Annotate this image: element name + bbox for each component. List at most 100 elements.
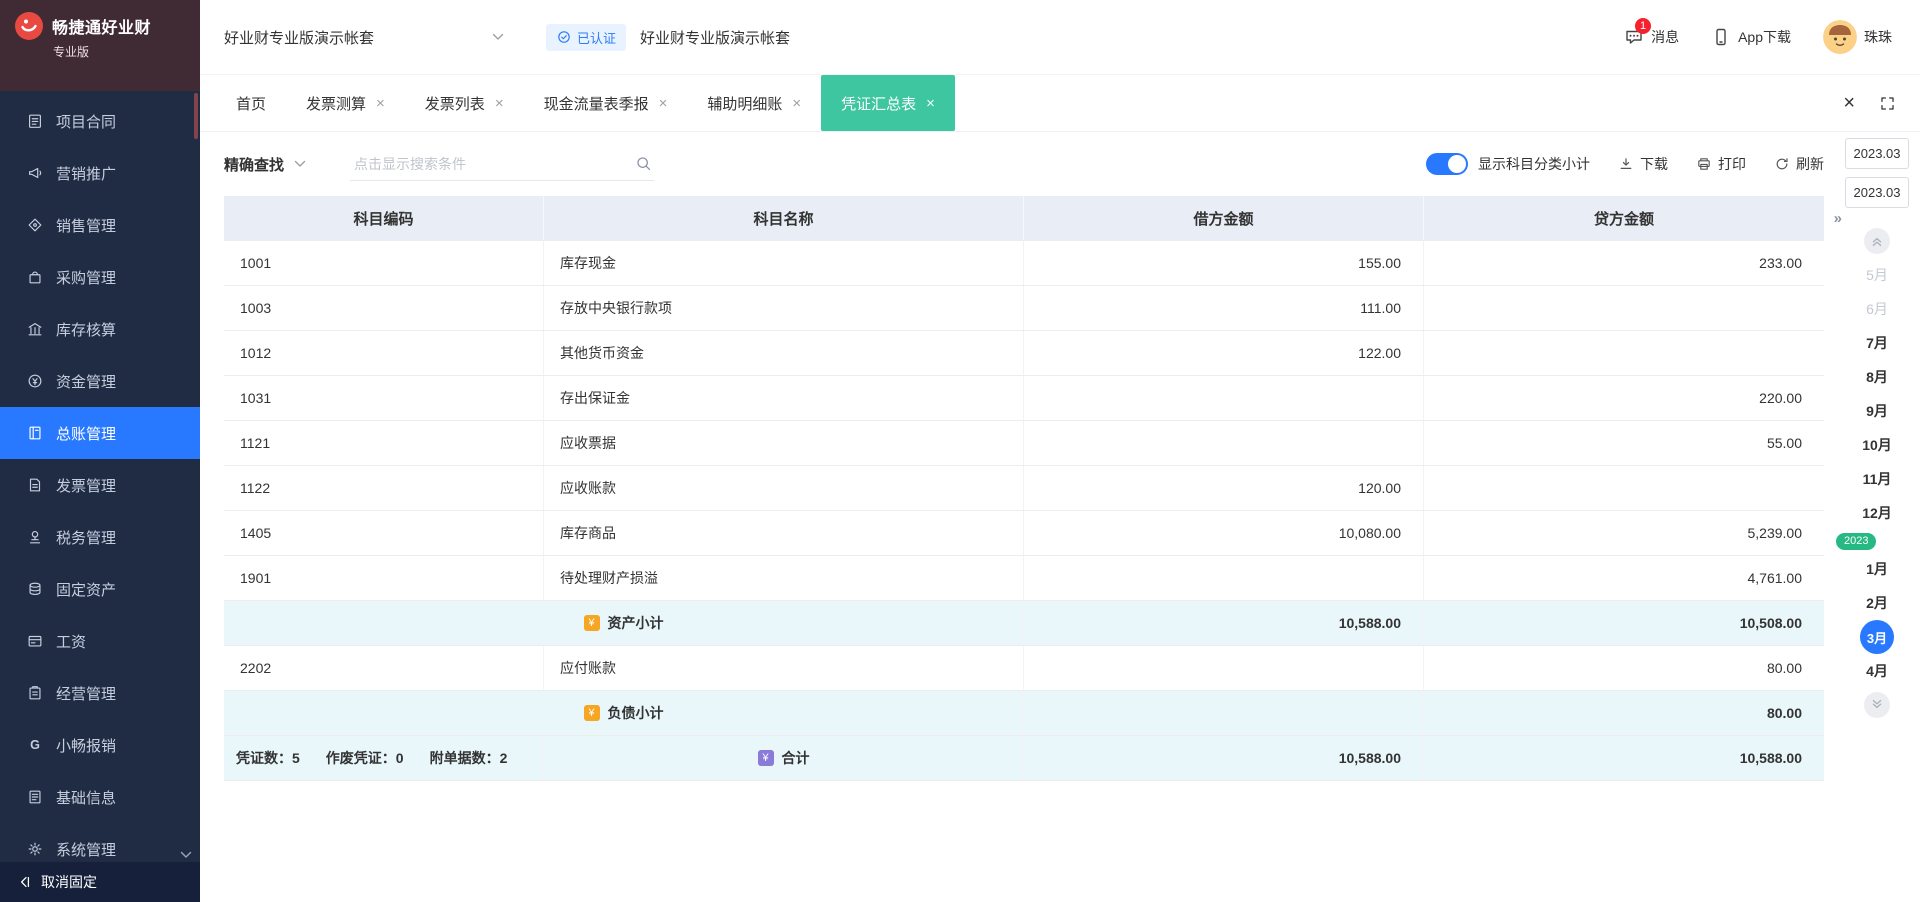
sidebar-item-funds[interactable]: 资金管理 [0, 355, 200, 407]
subtotal-toggle[interactable] [1426, 153, 1468, 175]
tab-home[interactable]: 首页 [216, 75, 286, 131]
sidebar-item-inventory-accounting[interactable]: 库存核算 [0, 303, 200, 355]
sidebar-scroll-down-icon[interactable] [180, 846, 192, 858]
printer-icon [1696, 156, 1712, 172]
month-item[interactable]: 2月 [1838, 586, 1916, 620]
fullscreen-icon[interactable] [1879, 95, 1896, 112]
sidebar-item-project-contract[interactable]: 项目合同 [0, 95, 200, 147]
account-set-dropdown[interactable]: 好业财专业版演示帐套 [224, 27, 504, 48]
tab-label: 凭证汇总表 [841, 95, 917, 113]
table-row[interactable]: 1121 应收票据 55.00 [224, 421, 1824, 466]
month-item[interactable]: 4月 [1838, 654, 1916, 688]
sidebar: 畅捷通好业财 专业版 项目合同 营销推广 销售管理 采购管理 库存核算 资金管理 总账管理发… [0, 0, 200, 902]
tab-label: 现金流量表季报 [543, 95, 649, 113]
sidebar-item-payroll[interactable]: 工资 [0, 615, 200, 667]
cell-debit-amount [1024, 421, 1424, 465]
sidebar-item-label: 税务管理 [56, 529, 117, 547]
certified-icon [556, 29, 572, 45]
subtotal-label-cell: ¥ 资产小计 [224, 601, 1024, 645]
sidebar-item-operations[interactable]: 经营管理 [0, 667, 200, 719]
cell-subject-name: 库存商品 [544, 511, 1024, 555]
content: 精确查找 显示科目分类小计 [200, 132, 1920, 902]
refresh-button[interactable]: 刷新 [1774, 154, 1824, 174]
print-button[interactable]: 打印 [1696, 154, 1746, 174]
tab-close-icon[interactable]: × [376, 96, 385, 111]
tab-invoice-list[interactable]: 发票列表 × [405, 75, 524, 131]
tab-auxiliary-detail[interactable]: 辅助明细账 × [687, 75, 821, 131]
sidebar-scrollbar-thumb[interactable] [194, 93, 198, 139]
table-row[interactable]: 1405 库存商品 10,080.00 5,239.00 [224, 511, 1824, 556]
account-set-name: 好业财专业版演示帐套 [640, 29, 791, 47]
account-set-value: 好业财专业版演示帐套 [224, 29, 375, 47]
scroll-up-icon[interactable] [1864, 228, 1890, 254]
month-item-label: 2月 [1866, 595, 1888, 611]
sidebar-item-label: 系统管理 [56, 841, 117, 859]
sidebar-item-tax[interactable]: 税务管理 [0, 511, 200, 563]
sidebar-item-invoice[interactable]: 发票管理 [0, 459, 200, 511]
coin-icon [26, 372, 44, 390]
total-icon: ¥ [757, 750, 774, 766]
table-row[interactable]: 2202 应付账款 80.00 [224, 646, 1824, 691]
sidebar-item-label: 经营管理 [56, 685, 117, 703]
close-all-tabs-icon[interactable]: × [1843, 93, 1855, 113]
sidebar-item-marketing[interactable]: 营销推广 [0, 147, 200, 199]
sidebar-nav: 项目合同 营销推广 销售管理采购管理库存核算 资金管理总账管理发票管理税务管理固定资产… [0, 91, 200, 862]
table-row[interactable]: 1003 存放中央银行款项 111.00 [224, 286, 1824, 331]
table-row[interactable]: 1901 待处理财产损溢 4,761.00 [224, 556, 1824, 601]
sidebar-item-label: 总账管理 [56, 425, 117, 443]
period-to-input[interactable]: 2023.03 [1845, 177, 1909, 208]
tab-cashflow-quarterly[interactable]: 现金流量表季报 × [524, 75, 688, 131]
sidebar-item-sales[interactable]: 销售管理 [0, 199, 200, 251]
month-item[interactable]: 9月 [1838, 394, 1916, 428]
logo-title: 畅捷通好业财 [52, 20, 152, 37]
chevron-down-icon [492, 33, 504, 41]
sidebar-item-label: 采购管理 [56, 269, 117, 287]
month-item[interactable]: 12月 [1838, 496, 1916, 530]
month-item[interactable]: 11月 [1838, 462, 1916, 496]
search-input[interactable] [352, 154, 628, 173]
cell-subject-code: 1405 [224, 511, 544, 555]
month-item[interactable]: 10月 [1838, 428, 1916, 462]
sidebar-item-purchase[interactable]: 采购管理 [0, 251, 200, 303]
table-row[interactable]: 1001 库存现金 155.00 233.00 [224, 241, 1824, 286]
tab-close-icon[interactable]: × [659, 96, 668, 111]
tab-close-icon[interactable]: × [926, 96, 935, 111]
column-header: 科目编码 [224, 196, 544, 240]
sidebar-item-basic-info[interactable]: 基础信息 [0, 771, 200, 823]
user-menu[interactable]: 珠珠 [1823, 20, 1892, 54]
subtotal-label: 负债小计 [607, 705, 664, 721]
subtotal-row: ¥ 资产小计 10,588.00 10,508.00 [224, 601, 1824, 646]
download-button[interactable]: 下载 [1618, 154, 1668, 174]
cell-subject-code: 1031 [224, 376, 544, 420]
tab-label: 发票测算 [306, 95, 367, 113]
sidebar-item-xiaochang-expense[interactable]: G 小畅报销 [0, 719, 200, 771]
month-item[interactable]: 8月 [1838, 360, 1916, 394]
unpin-sidebar-button[interactable]: 取消固定 [0, 862, 200, 902]
sidebar-item-general-ledger[interactable]: 总账管理 [0, 407, 200, 459]
tab-voucher-summary[interactable]: 凭证汇总表 × [821, 75, 955, 131]
month-item[interactable]: 1月 [1838, 552, 1916, 586]
stamp-icon [26, 528, 44, 546]
table-row[interactable]: 1012 其他货币资金 122.00 [224, 331, 1824, 376]
month-item-label: 3月 [1860, 620, 1894, 654]
column-header: 贷方金额 [1593, 210, 1654, 228]
tab-invoice-calc[interactable]: 发票测算 × [286, 75, 405, 131]
collapse-left-icon [16, 874, 32, 890]
sidebar-item-fixed-assets[interactable]: 固定资产 [0, 563, 200, 615]
avatar [1823, 20, 1857, 54]
messages-button[interactable]: 1 消息 [1624, 18, 1679, 47]
table-row[interactable]: 1122 应收账款 120.00 [224, 466, 1824, 511]
search-icon[interactable] [635, 155, 652, 172]
app-download-button[interactable]: App下载 [1711, 27, 1791, 47]
scroll-down-icon[interactable] [1864, 692, 1890, 718]
tab-close-icon[interactable]: × [792, 96, 801, 111]
period-from-input[interactable]: 2023.03 [1845, 138, 1909, 169]
month-item[interactable]: 7月 [1838, 326, 1916, 360]
print-label: 打印 [1718, 156, 1746, 172]
voucher-summary-table: 科目编码 科目名称 借方金额 贷方金额 1001 库存现金 155.00 233.00 100… [224, 196, 1842, 781]
table-row[interactable]: 1031 存出保证金 220.00 [224, 376, 1824, 421]
month-item[interactable]: 3月 [1838, 620, 1916, 654]
search-mode-dropdown[interactable]: 精确查找 [224, 154, 306, 175]
sidebar-item-system[interactable]: 系统管理 [0, 823, 200, 862]
tab-close-icon[interactable]: × [495, 96, 504, 111]
